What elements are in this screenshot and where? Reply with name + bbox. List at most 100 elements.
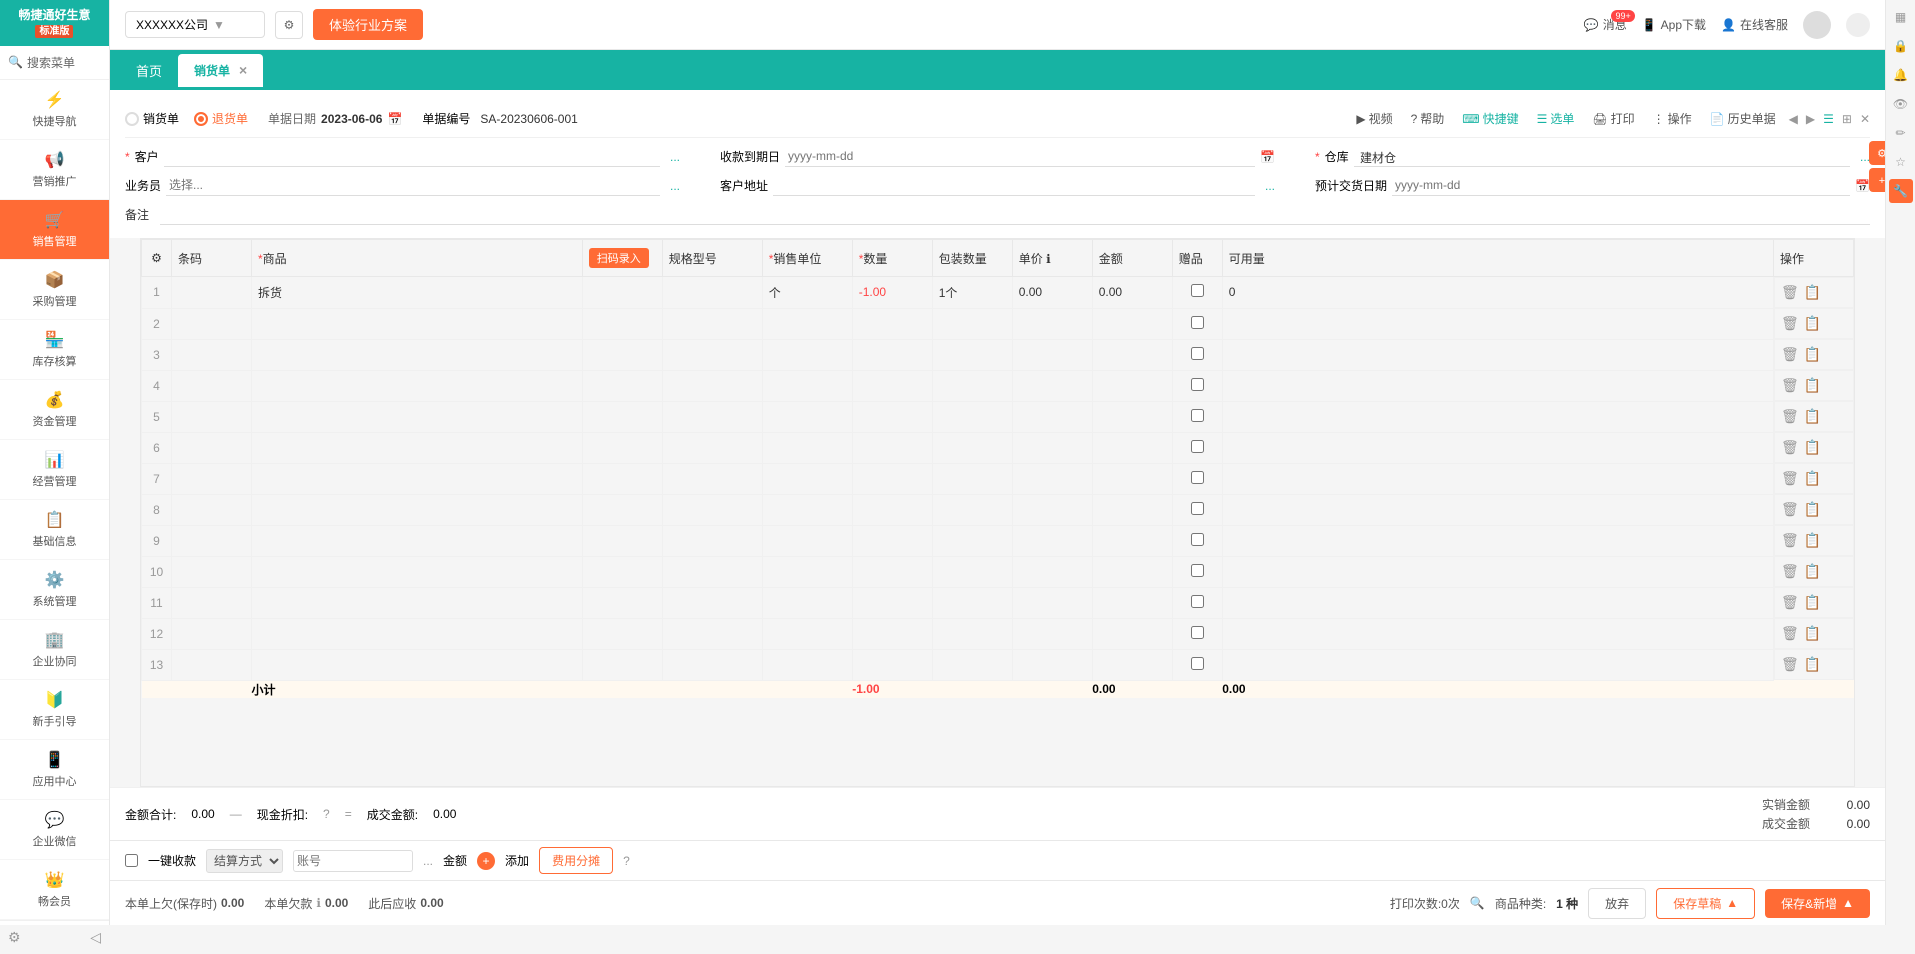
delete-icon[interactable]: 🗑 <box>1781 284 1799 301</box>
shortcut-btn[interactable]: ⌨ 快捷键 <box>1457 108 1523 129</box>
settlement-method-select[interactable]: 结算方式 <box>206 849 283 873</box>
gift-checkbox[interactable] <box>1191 378 1204 391</box>
gift-checkbox[interactable] <box>1191 347 1204 360</box>
salesperson-dots[interactable]: ... <box>670 179 680 193</box>
delete-icon[interactable]: 🗑 <box>1781 346 1799 363</box>
sidebar-item-inventory[interactable]: 🏪 库存核算 <box>0 320 109 380</box>
sidebar-item-finance[interactable]: 💰 资金管理 <box>0 380 109 440</box>
add-payment-btn[interactable]: + <box>477 852 495 870</box>
next-icon[interactable]: ▶ <box>1806 112 1815 126</box>
right-panel-lock[interactable]: 🔒 <box>1889 34 1913 58</box>
sidebar-search[interactable]: 🔍 搜索菜单 <box>0 46 109 80</box>
prev-icon[interactable]: ◀ <box>1789 112 1798 126</box>
sidebar-item-guide[interactable]: 🔰 新手引导 <box>0 680 109 740</box>
right-panel-tool[interactable]: 🔧 <box>1889 179 1913 203</box>
select-btn[interactable]: ☰ 选单 <box>1532 108 1580 129</box>
copy-icon[interactable]: 📋 <box>1804 408 1821 425</box>
customer-addr-input[interactable] <box>773 175 1255 196</box>
grid-view-icon[interactable]: ⊞ <box>1842 112 1852 126</box>
scan-btn[interactable]: 扫码录入 <box>589 248 649 268</box>
copy-icon[interactable]: 📋 <box>1804 656 1821 673</box>
close-form-icon[interactable]: ✕ <box>1860 112 1870 126</box>
account-dots[interactable]: ... <box>423 854 433 868</box>
settings-bottom-icon[interactable]: ⚙ <box>8 929 21 946</box>
debit-info-icon[interactable]: ℹ <box>316 896 321 910</box>
customer-dots[interactable]: ... <box>670 150 680 164</box>
expected-date-calendar-icon[interactable]: 📅 <box>1855 179 1870 193</box>
gift-checkbox[interactable] <box>1191 657 1204 670</box>
delete-icon[interactable]: 🗑 <box>1781 625 1799 642</box>
copy-icon[interactable]: 📋 <box>1804 532 1821 549</box>
gift-checkbox[interactable] <box>1191 316 1204 329</box>
tab-close-icon[interactable]: × <box>239 62 247 78</box>
copy-icon[interactable]: 📋 <box>1804 284 1821 301</box>
gift-checkbox[interactable] <box>1191 533 1204 546</box>
delete-icon[interactable]: 🗑 <box>1781 377 1799 394</box>
radio-return[interactable]: 退货单 <box>194 110 248 127</box>
delete-icon[interactable]: 🗑 <box>1781 439 1799 456</box>
customer-addr-dots[interactable]: ... <box>1265 179 1275 193</box>
collapse-icon[interactable]: ◁ <box>90 929 101 946</box>
customer-input[interactable] <box>164 146 660 167</box>
discard-button[interactable]: 放弃 <box>1588 888 1646 919</box>
gift-checkbox[interactable] <box>1191 471 1204 484</box>
gift-checkbox[interactable] <box>1191 626 1204 639</box>
history-btn[interactable]: 📄 历史单据 <box>1705 108 1781 129</box>
expense-help-icon[interactable]: ? <box>623 854 630 868</box>
company-selector[interactable]: XXXXXX公司 ▼ <box>125 11 265 38</box>
logistics-action-btn[interactable]: + 物流 <box>1869 168 1885 192</box>
pay-due-input[interactable] <box>785 146 1255 167</box>
settings-action-btn[interactable]: ⚙ 设置 <box>1869 141 1885 165</box>
right-panel-bell[interactable]: 🔔 <box>1889 63 1913 87</box>
list-view-icon[interactable]: ☰ <box>1823 112 1834 126</box>
delete-icon[interactable]: 🗑 <box>1781 532 1799 549</box>
right-panel-edit[interactable]: ✏ <box>1889 121 1913 145</box>
sidebar-item-basic[interactable]: 📋 基础信息 <box>0 500 109 560</box>
gift-checkbox[interactable] <box>1191 502 1204 515</box>
sidebar-item-sales[interactable]: 🛒 销售管理 <box>0 200 109 260</box>
trial-button[interactable]: 体验行业方案 <box>313 9 423 40</box>
expense-split-btn[interactable]: 费用分摊 <box>539 847 613 874</box>
delete-icon[interactable]: 🗑 <box>1781 656 1799 673</box>
warehouse-input[interactable] <box>1354 146 1850 167</box>
copy-icon[interactable]: 📋 <box>1804 346 1821 363</box>
product-type-icon[interactable]: 🔍 <box>1470 896 1485 910</box>
save-draft-button[interactable]: 保存草稿 ▲ <box>1656 888 1755 919</box>
right-panel-1[interactable]: ▦ <box>1889 5 1913 29</box>
gift-checkbox[interactable] <box>1191 564 1204 577</box>
sidebar-item-enterprise[interactable]: 🏢 企业协同 <box>0 620 109 680</box>
sidebar-item-system[interactable]: ⚙️ 系统管理 <box>0 560 109 620</box>
copy-icon[interactable]: 📋 <box>1804 625 1821 642</box>
video-btn[interactable]: ▶ 视频 <box>1351 108 1397 129</box>
tab-sales-order[interactable]: 销货单 × <box>178 54 263 87</box>
right-panel-eye[interactable]: 👁 <box>1889 92 1913 116</box>
sidebar-item-appstore[interactable]: 📱 应用中心 <box>0 740 109 800</box>
account-input[interactable] <box>293 850 413 872</box>
sidebar-item-member[interactable]: 👑 畅会员 <box>0 860 109 920</box>
app-download-button[interactable]: 📱 App下载 <box>1642 16 1706 33</box>
online-service-button[interactable]: 👤 在线客服 <box>1721 16 1788 33</box>
remark-input[interactable] <box>160 204 1870 225</box>
save-new-button[interactable]: 保存&新增 ▲ <box>1765 889 1870 918</box>
copy-icon[interactable]: 📋 <box>1804 315 1821 332</box>
copy-icon[interactable]: 📋 <box>1804 377 1821 394</box>
delete-icon[interactable]: 🗑 <box>1781 315 1799 332</box>
delete-icon[interactable]: 🗑 <box>1781 408 1799 425</box>
calendar-icon[interactable]: 📅 <box>387 112 402 126</box>
sidebar-item-operation[interactable]: 📊 经营管理 <box>0 440 109 500</box>
sidebar-item-purchase[interactable]: 📦 采购管理 <box>0 260 109 320</box>
sidebar-item-marketing[interactable]: 📢 营销推广 <box>0 140 109 200</box>
radio-sales[interactable]: 销货单 <box>125 110 179 127</box>
one-click-pay-checkbox[interactable] <box>125 854 138 867</box>
avatar2[interactable] <box>1846 13 1870 37</box>
pay-due-calendar-icon[interactable]: 📅 <box>1260 150 1275 164</box>
copy-icon[interactable]: 📋 <box>1804 563 1821 580</box>
avatar[interactable] <box>1803 11 1831 39</box>
question-icon[interactable]: ? <box>323 807 330 821</box>
copy-icon[interactable]: 📋 <box>1804 594 1821 611</box>
copy-icon[interactable]: 📋 <box>1804 501 1821 518</box>
col-header-scan[interactable]: 扫码录入 <box>582 240 662 277</box>
sidebar-item-quick-nav[interactable]: ⚡ 快捷导航 <box>0 80 109 140</box>
copy-icon[interactable]: 📋 <box>1804 470 1821 487</box>
sidebar-item-wechat[interactable]: 💬 企业微信 <box>0 800 109 860</box>
